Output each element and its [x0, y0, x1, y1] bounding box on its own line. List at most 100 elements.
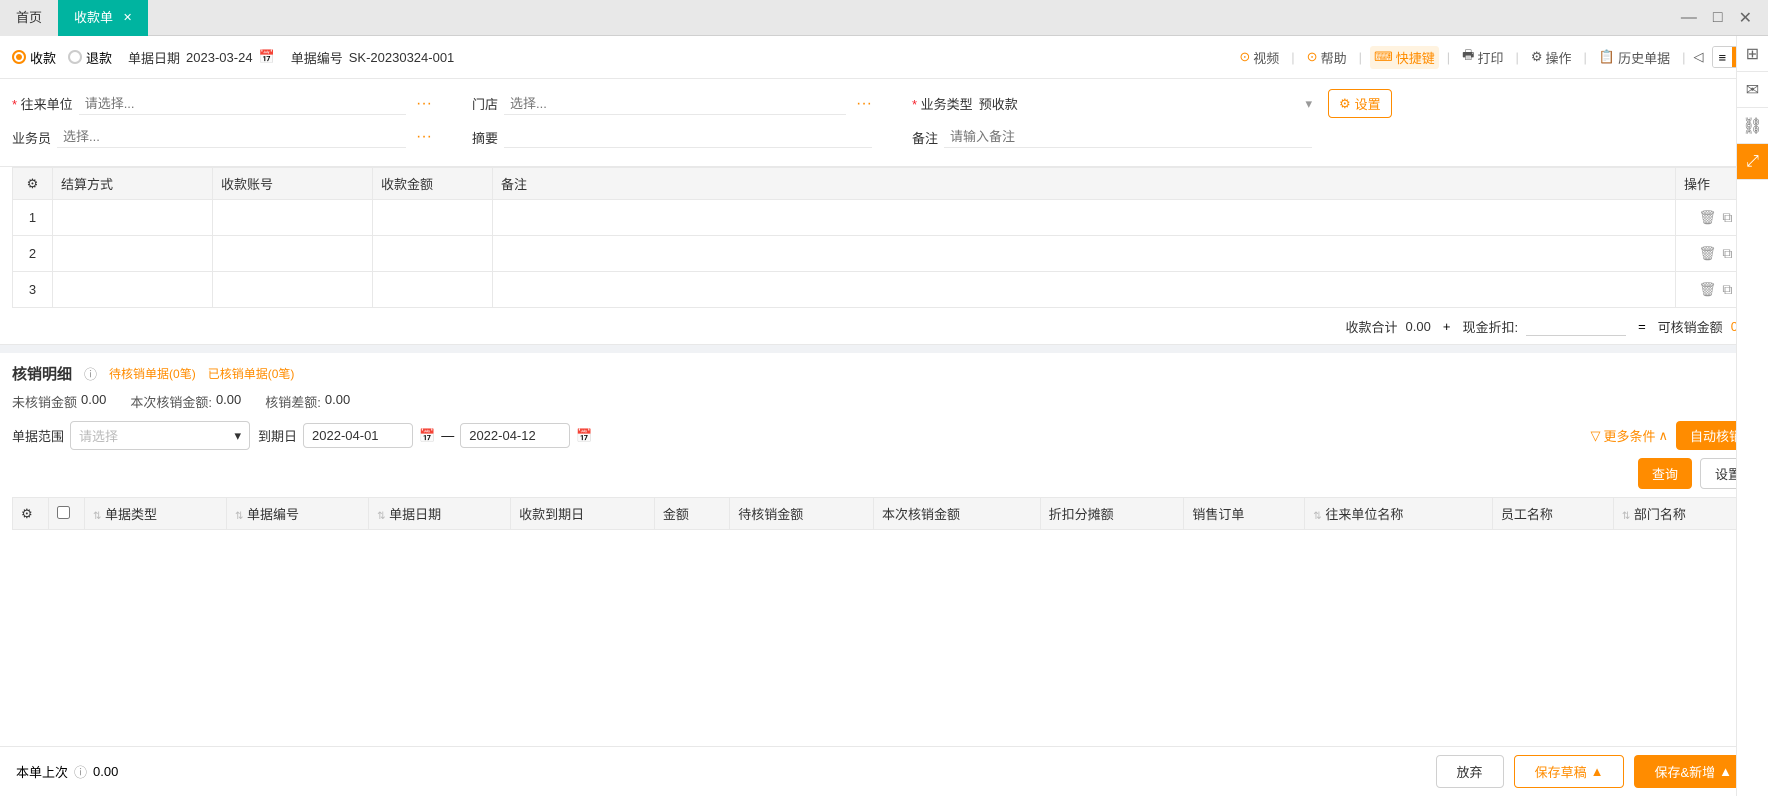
done-tab-link[interactable]: 已核销单据(0笔) — [208, 365, 295, 382]
sales-order-header: 销售订单 — [1192, 507, 1244, 522]
range-select[interactable]: 请选择 ▾ — [70, 421, 250, 450]
counterpart-header: 往来单位名称 — [1325, 507, 1403, 522]
radio-refund[interactable]: 退款 — [68, 48, 112, 67]
number-header: 单据编号 — [247, 507, 299, 522]
calendar-from-icon[interactable]: 📅 — [419, 428, 435, 444]
tab-home[interactable]: 首页 — [0, 0, 58, 36]
help-btn[interactable]: ⊙ 帮助 — [1303, 46, 1351, 69]
range-field: 单据范围 请选择 ▾ — [12, 421, 250, 450]
table-row: 1 🗑 ⧉ — [13, 200, 1756, 236]
receipt-table: ⚙ 结算方式 收款账号 收款金额 备注 — [12, 167, 1756, 308]
row-copy-icon-3[interactable]: ⧉ — [1722, 281, 1732, 298]
radio-receipt[interactable]: 收款 — [12, 48, 56, 67]
select-all-checkbox[interactable] — [57, 506, 70, 519]
store-input[interactable] — [504, 93, 846, 115]
row-amount-1[interactable] — [373, 200, 493, 236]
date-range: 📅 — 📅 — [303, 423, 592, 448]
video-btn[interactable]: ⊙ 视频 — [1235, 46, 1283, 69]
sidebar-expand-icon[interactable]: ⤢ — [1737, 144, 1768, 180]
tab-receipt[interactable]: 收款单 ✕ — [58, 0, 148, 36]
maximize-btn[interactable]: □ — [1709, 9, 1727, 27]
store-label: 门店 — [472, 94, 498, 113]
summary-input[interactable] — [504, 126, 872, 148]
row-delete-icon-1[interactable]: 🗑 — [1699, 209, 1717, 226]
row-delete-icon-3[interactable]: 🗑 — [1699, 281, 1717, 298]
toolbar-right: ⊙ 视频 | ⊙ 帮助 | ⌨ 快捷键 | 🖶 打印 | ⚙ 操作 — [1235, 44, 1756, 70]
bottom-bar: 本单上次 ⓘ 0.00 放弃 保存草稿 ▲ 保存&新增 ▲ — [0, 746, 1768, 796]
filter-row: 单据范围 请选择 ▾ 到期日 📅 — 📅 — [12, 421, 1756, 450]
row-copy-icon-1[interactable]: ⧉ — [1722, 209, 1732, 226]
calendar-icon[interactable]: 📅 — [259, 49, 275, 65]
sidebar-grid-icon[interactable]: ⊞ — [1737, 36, 1768, 72]
amount-header: 收款金额 — [381, 177, 433, 192]
calendar-to-icon[interactable]: 📅 — [576, 428, 592, 444]
account-header: 收款账号 — [221, 177, 273, 192]
draft-dropdown-icon[interactable]: ▲ — [1591, 764, 1604, 779]
business-type-dropdown-icon[interactable]: ▾ — [1305, 96, 1312, 112]
prev-btn[interactable]: ◁ — [1694, 49, 1704, 65]
date-from-input[interactable] — [303, 423, 413, 448]
due-date-field: 到期日 📅 — 📅 — [258, 423, 592, 448]
row-account-3[interactable] — [213, 272, 373, 308]
remark-input[interactable] — [944, 126, 1312, 148]
filter-right: ▽ 更多条件 ∧ 自动核销 — [1590, 421, 1756, 450]
sidebar-link-icon[interactable]: ⛓ — [1737, 108, 1768, 144]
radio-receipt-dot — [12, 50, 26, 64]
save-dropdown-icon[interactable]: ▲ — [1719, 764, 1732, 779]
row-amount-2[interactable] — [373, 236, 493, 272]
date-header: 单据日期 — [389, 507, 441, 522]
settle-header: 结算方式 — [61, 177, 113, 192]
counterpart-input[interactable] — [79, 93, 406, 115]
row-account-1[interactable] — [213, 200, 373, 236]
tab-close-icon[interactable]: ✕ — [123, 0, 132, 36]
current-reconcile-label: 本次核销金额: — [130, 392, 212, 411]
reconcile-stats: 未核销金额 0.00 本次核销金额: 0.00 核销差额: 0.00 — [12, 392, 1756, 411]
row-copy-icon-2[interactable]: ⧉ — [1722, 245, 1732, 262]
staff-field: 业务员 ··· — [12, 126, 432, 148]
shortcut-btn[interactable]: ⌨ 快捷键 — [1370, 46, 1439, 69]
staff-input[interactable] — [57, 126, 406, 148]
print-btn[interactable]: 🖶 打印 — [1458, 44, 1507, 70]
row-delete-icon-2[interactable]: 🗑 — [1699, 245, 1717, 262]
row-settle-2[interactable] — [53, 236, 213, 272]
row-note-2[interactable] — [493, 236, 1676, 272]
row-settle-3[interactable] — [53, 272, 213, 308]
minimize-btn[interactable]: — — [1677, 9, 1701, 27]
row-account-2[interactable] — [213, 236, 373, 272]
date-to-input[interactable] — [460, 423, 570, 448]
row-note-3[interactable] — [493, 272, 1676, 308]
main-container: 收款 退款 单据日期 2023-03-24 📅 单据编号 SK-20230324… — [0, 36, 1768, 796]
discount-input[interactable] — [1526, 316, 1626, 336]
query-btn[interactable]: 查询 — [1638, 458, 1692, 489]
form-row-1: 往来单位 ··· 门店 ··· 业务类型 预收款 ▾ ⚙ 设置 — [12, 89, 1756, 118]
reconcile-info-icon[interactable]: ⓘ — [84, 364, 97, 383]
window-controls: — □ ✕ — [1677, 8, 1768, 28]
row-settle-1[interactable] — [53, 200, 213, 236]
setting-button[interactable]: ⚙ 设置 — [1328, 89, 1392, 118]
history-btn[interactable]: 📋 历史单据 — [1595, 46, 1674, 69]
current-write-header: 本次核销金额 — [882, 507, 960, 522]
table-gear-icon[interactable]: ⚙ — [27, 176, 39, 192]
draft-btn[interactable]: 保存草稿 ▲ — [1514, 755, 1625, 788]
unchecked-value: 0.00 — [81, 392, 106, 411]
list-view-btn[interactable]: ≡ — [1713, 47, 1733, 67]
discard-btn[interactable]: 放弃 — [1436, 755, 1504, 788]
pending-tab-link[interactable]: 待核销单据(0笔) — [109, 365, 196, 382]
row-note-1[interactable] — [493, 200, 1676, 236]
more-filter-btn[interactable]: ▽ 更多条件 ∧ — [1590, 426, 1668, 445]
counterpart-field: 往来单位 ··· — [12, 93, 432, 115]
counterpart-label: 往来单位 — [12, 94, 73, 113]
form-row-2: 业务员 ··· 摘要 备注 — [12, 126, 1756, 148]
table-gear-icon-2[interactable]: ⚙ — [21, 506, 33, 521]
close-btn[interactable]: ✕ — [1735, 8, 1756, 28]
save-btn[interactable]: 保存&新增 ▲ — [1634, 755, 1752, 788]
summary-label: 摘要 — [472, 128, 498, 147]
summary-row: 收款合计 0.00 + 现金折扣: = 可核销金额 0.00 — [0, 308, 1768, 345]
counterpart-more-icon[interactable]: ··· — [416, 95, 432, 113]
sidebar-mail-icon[interactable]: ✉ — [1737, 72, 1768, 108]
row-amount-3[interactable] — [373, 272, 493, 308]
operation-btn[interactable]: ⚙ 操作 — [1527, 46, 1576, 69]
tab-bar: 首页 收款单 ✕ — □ ✕ — [0, 0, 1768, 36]
store-more-icon[interactable]: ··· — [856, 95, 872, 113]
staff-more-icon[interactable]: ··· — [416, 128, 432, 146]
